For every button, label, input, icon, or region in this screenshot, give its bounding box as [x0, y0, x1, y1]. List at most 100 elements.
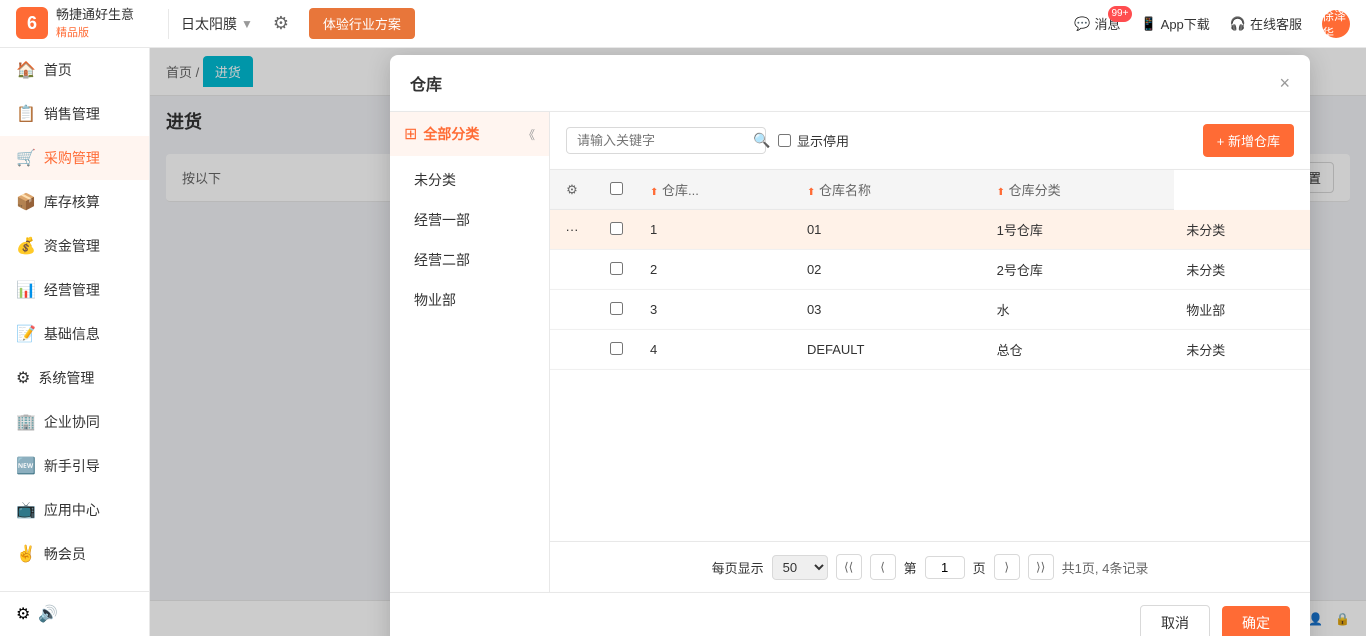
last-page-icon: ⟩⟩ [1036, 560, 1045, 574]
row-gear-4[interactable] [550, 329, 594, 369]
app-download-button[interactable]: 📱 App下载 [1140, 14, 1209, 33]
prev-page-button[interactable]: ⟨ [870, 554, 896, 580]
sidebar-item-home[interactable]: 🏠 首页 [0, 48, 149, 92]
collapse-category-button[interactable]: 《 [523, 125, 535, 142]
row-name-1: 1号仓库 [985, 209, 1175, 249]
table-row[interactable]: ··· 1 01 1号仓库 未分类 [550, 209, 1310, 249]
finance-icon: 💰 [16, 236, 36, 256]
row-code-3: 03 [795, 289, 985, 329]
modal-header: 仓库 × [390, 55, 1310, 112]
sidebar-item-member[interactable]: ✌ 畅会员 [0, 532, 149, 576]
sidebar-item-inventory[interactable]: 📦 库存核算 [0, 180, 149, 224]
row-category-4: 未分类 [1174, 329, 1310, 369]
table-row[interactable]: 2 02 2号仓库 未分类 [550, 249, 1310, 289]
sidebar-item-guide[interactable]: 🆕 新手引导 [0, 444, 149, 488]
category-item-op2[interactable]: 经营二部 [390, 240, 549, 280]
first-page-button[interactable]: ⟨⟨ [836, 554, 862, 580]
guide-icon: 🆕 [16, 456, 36, 476]
user-menu[interactable]: 徐泽华 [1322, 10, 1350, 38]
show-disabled-input[interactable] [778, 134, 791, 147]
sidebar-label-appcenter: 应用中心 [44, 500, 100, 520]
operation-icon: 📊 [16, 280, 36, 300]
warehouse-table-area: 🔍 显示停用 + 新增仓库 ⚙ [550, 112, 1310, 592]
confirm-button[interactable]: 确定 [1222, 606, 1290, 636]
search-icon[interactable]: 🔍 [753, 132, 770, 149]
row-checkbox-4[interactable] [610, 341, 623, 354]
column-gear: ⚙ [550, 170, 594, 210]
logo-text: 畅捷通好生意 [56, 7, 134, 24]
row-check-1[interactable] [594, 209, 638, 249]
row-checkbox-1[interactable] [610, 221, 623, 234]
warehouse-modal: 仓库 × ⊞ 全部分类 《 未分类 经营一部 经营二部 物业部 [390, 55, 1310, 636]
category-grid-icon: ⊞ [404, 124, 417, 144]
system-icon: ⚙ [16, 368, 30, 388]
row-code-1: 01 [795, 209, 985, 249]
user-avatar: 徐泽华 [1322, 10, 1350, 38]
pagination-bar: 每页显示 50 10 20 100 ⟨⟨ ⟨ 第 [550, 541, 1310, 592]
store-selector[interactable]: 日太阳膜 ▼ [181, 14, 253, 34]
sidebar-label-purchase: 采购管理 [44, 148, 100, 168]
row-gear-1[interactable]: ··· [550, 209, 594, 249]
modal-close-button[interactable]: × [1279, 74, 1290, 92]
row-gear-3[interactable] [550, 289, 594, 329]
category-sidebar: ⊞ 全部分类 《 未分类 经营一部 经营二部 物业部 [390, 112, 550, 592]
next-page-button[interactable]: ⟩ [994, 554, 1020, 580]
table-toolbar: 🔍 显示停用 + 新增仓库 [550, 112, 1310, 170]
sidebar-item-finance[interactable]: 💰 资金管理 [0, 224, 149, 268]
row-num-4: 4 [638, 329, 795, 369]
search-input[interactable] [577, 133, 753, 148]
sidebar-item-system[interactable]: ⚙ 系统管理 [0, 356, 149, 400]
settings-bottom-icon[interactable]: ⚙ [16, 604, 30, 624]
add-warehouse-button[interactable]: + 新增仓库 [1203, 124, 1294, 157]
column-checkbox [594, 170, 638, 210]
category-item-none[interactable]: 未分类 [390, 160, 549, 200]
header-right: 💬 消息 99+ 📱 App下载 🎧 在线客服 徐泽华 [1074, 10, 1350, 38]
try-industry-button[interactable]: 体验行业方案 [309, 8, 415, 39]
cancel-button[interactable]: 取消 [1140, 605, 1210, 636]
all-categories-item[interactable]: ⊞ 全部分类 《 [390, 112, 549, 156]
content-area: 首页 / 进货 进货 按以下 🖨 印 📤 导出 🔄 刷新 查询 [150, 48, 1366, 636]
warehouse-table: ⚙ ⬆ 仓库... ⬆ [550, 170, 1310, 370]
last-page-button[interactable]: ⟩⟩ [1028, 554, 1054, 580]
sidebar-item-sales[interactable]: 📋 销售管理 [0, 92, 149, 136]
table-row[interactable]: 4 DEFAULT 总仓 未分类 [550, 329, 1310, 369]
sidebar-label-system: 系统管理 [38, 368, 94, 388]
sort-icon-code: ⬆ [650, 187, 658, 198]
message-button[interactable]: 💬 消息 99+ [1074, 14, 1120, 33]
sidebar-label-basic: 基础信息 [44, 324, 100, 344]
category-item-property[interactable]: 物业部 [390, 280, 549, 320]
sidebar-item-operation[interactable]: 📊 经营管理 [0, 268, 149, 312]
first-page-icon: ⟨⟨ [844, 560, 853, 574]
category-item-op1[interactable]: 经营一部 [390, 200, 549, 240]
row-checkbox-2[interactable] [610, 261, 623, 274]
sidebar-label-enterprise: 企业协同 [44, 412, 100, 432]
show-disabled-label: 显示停用 [797, 131, 849, 150]
row-checkbox-3[interactable] [610, 301, 623, 314]
sidebar-item-basic[interactable]: 📝 基础信息 [0, 312, 149, 356]
row-check-4[interactable] [594, 329, 638, 369]
store-name: 日太阳膜 [181, 14, 237, 34]
warehouse-data-table: ⚙ ⬆ 仓库... ⬆ [550, 170, 1310, 541]
sidebar-item-enterprise[interactable]: 🏢 企业协同 [0, 400, 149, 444]
page-label: 第 [904, 557, 917, 576]
row-check-3[interactable] [594, 289, 638, 329]
page-number-input[interactable] [925, 555, 965, 578]
row-name-3: 水 [985, 289, 1175, 329]
select-all-checkbox[interactable] [610, 181, 623, 194]
modal-title: 仓库 [410, 71, 442, 95]
sidebar-label-inventory: 库存核算 [44, 192, 100, 212]
per-page-select[interactable]: 50 10 20 100 [772, 554, 828, 579]
basic-icon: 📝 [16, 324, 36, 344]
purchase-icon: 🛒 [16, 148, 36, 168]
gear-button[interactable]: ⚙ [265, 8, 297, 40]
online-service-button[interactable]: 🎧 在线客服 [1230, 14, 1302, 33]
table-row[interactable]: 3 03 水 物业部 [550, 289, 1310, 329]
column-name: ⬆ 仓库名称 [795, 170, 985, 210]
row-check-2[interactable] [594, 249, 638, 289]
sound-bottom-icon[interactable]: 🔊 [38, 604, 58, 624]
logo-icon: 6 [16, 7, 48, 39]
sidebar-item-purchase[interactable]: 🛒 采购管理 [0, 136, 149, 180]
inventory-icon: 📦 [16, 192, 36, 212]
sidebar-item-appcenter[interactable]: 📺 应用中心 [0, 488, 149, 532]
row-gear-2[interactable] [550, 249, 594, 289]
